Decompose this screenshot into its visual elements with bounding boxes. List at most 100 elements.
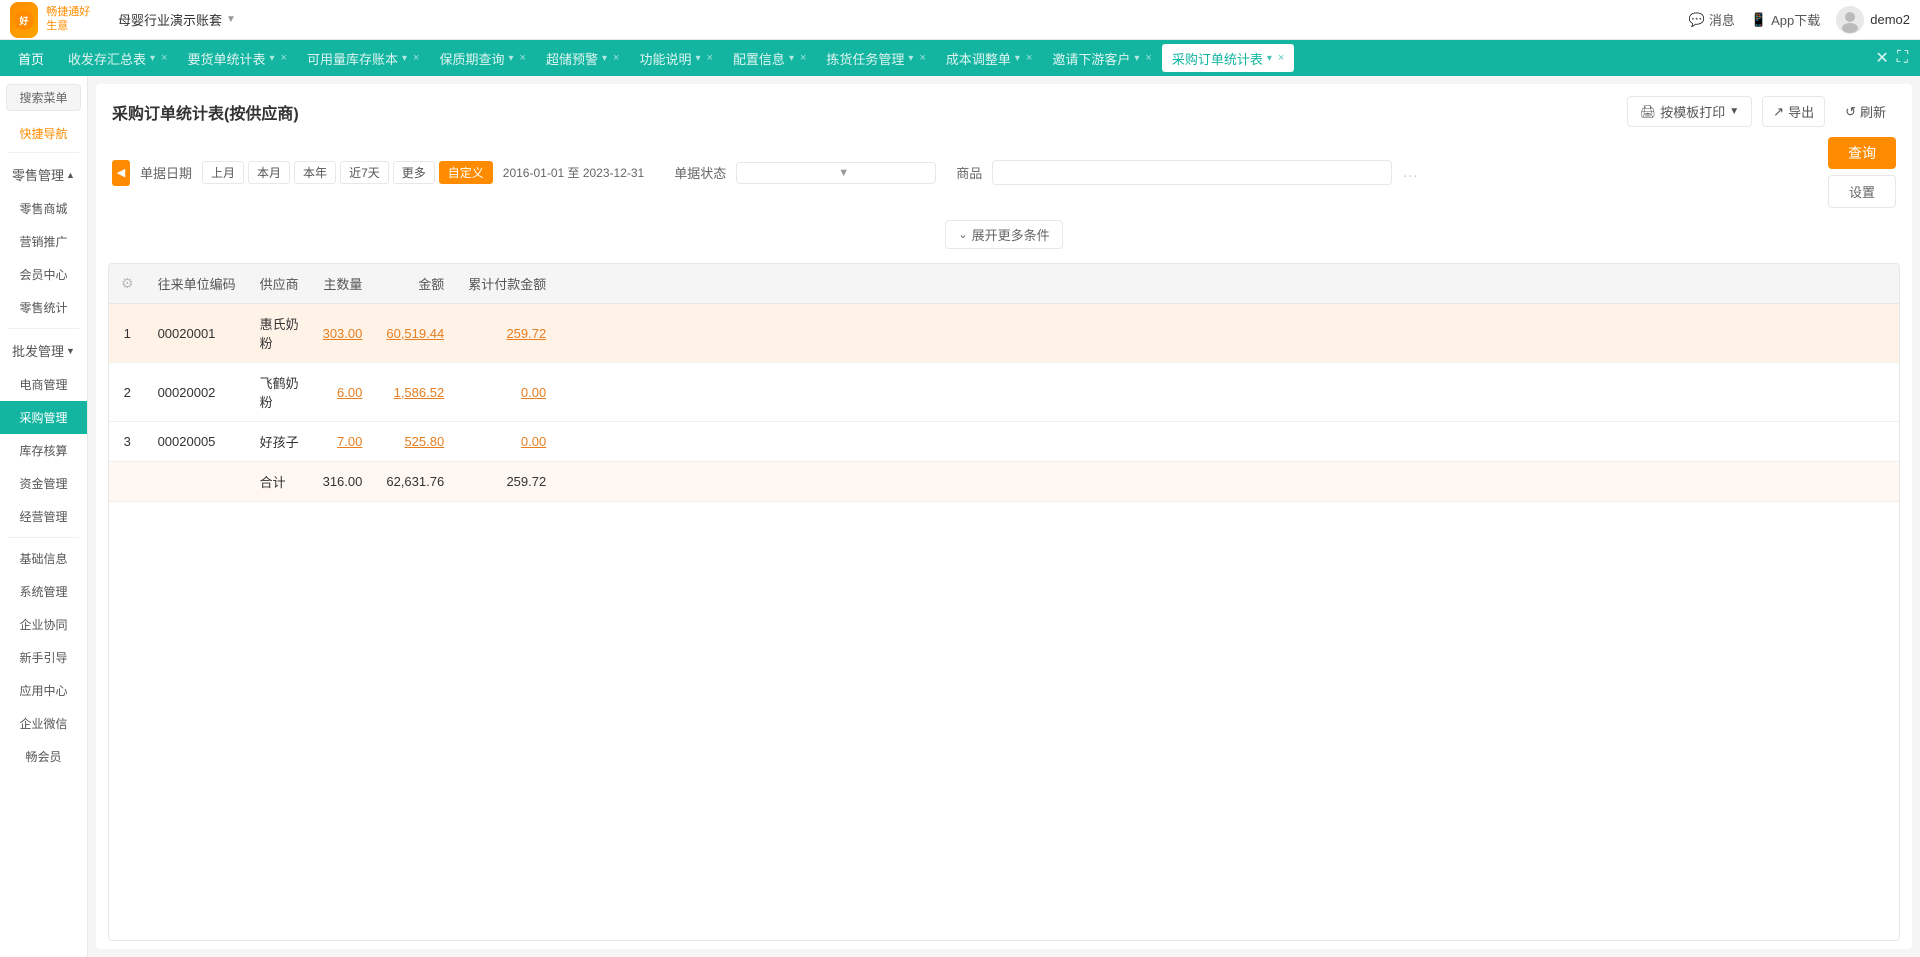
close-icon[interactable]: × bbox=[161, 52, 167, 64]
date-btn-more[interactable]: 更多 bbox=[393, 161, 435, 184]
sidebar-item-wholesale[interactable]: 批发管理 ▼ bbox=[0, 333, 87, 368]
sidebar-item-retail-shop[interactable]: 零售商城 bbox=[0, 192, 87, 225]
quick-nav-btn[interactable]: 快捷导航 bbox=[0, 119, 87, 148]
sidebar-item-finance[interactable]: 资金管理 bbox=[0, 467, 87, 500]
footer-amount: 62,631.76 bbox=[374, 462, 456, 502]
page-title-row: 采购订单统计表(按供应商) 🖨 按模板打印 ▼ ↗ 导出 ↺ bbox=[112, 96, 1896, 127]
row-supplier: 好孩子 bbox=[248, 422, 311, 462]
date-btn-7days[interactable]: 近7天 bbox=[340, 161, 389, 184]
query-btn[interactable]: 查询 bbox=[1828, 137, 1896, 169]
date-range: 2016-01-01 至 2023-12-31 bbox=[503, 164, 644, 181]
chevron-icon: ▾ bbox=[1267, 53, 1272, 64]
tab-peizhi[interactable]: 配置信息 ▾ × bbox=[723, 44, 816, 72]
refresh-btn[interactable]: ↺ 刷新 bbox=[1835, 97, 1896, 126]
close-all-icon[interactable]: ✕ bbox=[1875, 48, 1888, 68]
collapse-btn[interactable]: ◀ bbox=[112, 160, 130, 186]
close-icon[interactable]: × bbox=[1278, 52, 1284, 64]
close-icon[interactable]: × bbox=[613, 52, 619, 64]
chevron-icon: ▾ bbox=[789, 53, 794, 64]
sidebar-item-app-center[interactable]: 应用中心 bbox=[0, 674, 87, 707]
date-btn-this-month[interactable]: 本月 bbox=[248, 161, 290, 184]
chevron-icon: ▾ bbox=[1015, 53, 1020, 64]
sidebar-search-area: 搜索菜单 bbox=[0, 76, 87, 119]
divider bbox=[8, 537, 79, 538]
chevron-down-icon: ▼ bbox=[226, 14, 236, 25]
message-btn[interactable]: 💬 消息 bbox=[1689, 10, 1735, 29]
tab-shoufa[interactable]: 收发存汇总表 ▾ × bbox=[58, 44, 177, 72]
print-btn[interactable]: 🖨 按模板打印 ▼ bbox=[1627, 96, 1752, 127]
sidebar-item-retail-mgmt[interactable]: 零售管理 ▲ bbox=[0, 157, 87, 192]
more-filters-icon[interactable]: … bbox=[1402, 164, 1418, 182]
close-icon[interactable]: × bbox=[281, 52, 287, 64]
close-icon[interactable]: × bbox=[1145, 52, 1151, 64]
expand-btn[interactable]: ⌄ 展开更多条件 bbox=[945, 220, 1062, 249]
row-paid: 0.00 bbox=[456, 363, 558, 422]
sidebar-item-enterprise[interactable]: 企业协同 bbox=[0, 608, 87, 641]
gear-icon[interactable]: ⚙ bbox=[121, 275, 134, 291]
sidebar-item-inventory[interactable]: 库存核算 bbox=[0, 434, 87, 467]
col-code: 往来单位编码 bbox=[146, 264, 248, 304]
row-index: 2 bbox=[109, 363, 146, 422]
table-footer-row: 合计 316.00 62,631.76 259.72 bbox=[109, 462, 1899, 502]
filter-row-1: ◀ 单据日期 上月 本月 本年 近7天 更多 自定义 2016-01-01 至 … bbox=[112, 137, 1896, 216]
goods-input-container[interactable] bbox=[992, 160, 1392, 185]
store-name: 母婴行业演示账套 bbox=[118, 10, 222, 29]
goods-filter-label: 商品 bbox=[956, 163, 982, 182]
search-menu-btn[interactable]: 搜索菜单 bbox=[6, 84, 81, 111]
action-btns: 查询 设置 bbox=[1828, 137, 1896, 208]
close-icon[interactable]: × bbox=[413, 52, 419, 64]
app-download-btn[interactable]: 📱 App下载 bbox=[1751, 10, 1820, 29]
maximize-icon[interactable]: ⛶ bbox=[1897, 49, 1908, 67]
sidebar-item-ecommerce[interactable]: 电商管理 bbox=[0, 368, 87, 401]
row-code: 00020005 bbox=[146, 422, 248, 462]
tab-yaoqing[interactable]: 邀请下游客户 ▾ × bbox=[1042, 44, 1161, 72]
export-btn[interactable]: ↗ 导出 bbox=[1762, 96, 1825, 127]
goods-input[interactable] bbox=[1003, 165, 1381, 180]
status-select[interactable]: ▼ bbox=[736, 162, 936, 184]
tab-chengben[interactable]: 成本调整单 ▾ × bbox=[936, 44, 1042, 72]
store-selector[interactable]: 母婴行业演示账套 ▼ bbox=[98, 10, 1689, 29]
col-qty: 主数量 bbox=[311, 264, 375, 304]
user-area[interactable]: demo2 bbox=[1836, 6, 1910, 34]
sidebar-item-basic[interactable]: 基础信息 bbox=[0, 542, 87, 575]
sidebar-item-corp-wechat[interactable]: 企业微信 bbox=[0, 707, 87, 740]
chevron-icon: ▾ bbox=[402, 53, 407, 64]
tab-controls: ✕ ⛶ bbox=[1875, 48, 1916, 68]
date-btn-this-year[interactable]: 本年 bbox=[294, 161, 336, 184]
tab-chaochun[interactable]: 超储预警 ▾ × bbox=[536, 44, 629, 72]
table-row: 3 00020005 好孩子 7.00 525.80 0.00 bbox=[109, 422, 1899, 462]
sidebar-item-purchase[interactable]: 采购管理 bbox=[0, 401, 87, 434]
top-bar: 好 畅捷通好生意 母婴行业演示账套 ▼ 💬 消息 📱 App下载 demo2 bbox=[0, 0, 1920, 40]
sidebar-item-member[interactable]: 会员中心 bbox=[0, 258, 87, 291]
close-icon[interactable]: × bbox=[520, 52, 526, 64]
tab-yaohuo[interactable]: 要货单统计表 ▾ × bbox=[178, 44, 297, 72]
table-row: 2 00020002 飞鹤奶粉 6.00 1,586.52 0.00 bbox=[109, 363, 1899, 422]
sidebar-item-operations[interactable]: 经营管理 bbox=[0, 500, 87, 533]
settings-btn[interactable]: 设置 bbox=[1828, 175, 1896, 208]
date-btn-custom[interactable]: 自定义 bbox=[439, 161, 493, 184]
sidebar-item-member2[interactable]: 畅会员 bbox=[0, 740, 87, 773]
row-index: 1 bbox=[109, 304, 146, 363]
sidebar-item-marketing[interactable]: 营销推广 bbox=[0, 225, 87, 258]
chevron-icon: ▾ bbox=[150, 53, 155, 64]
close-icon[interactable]: × bbox=[800, 52, 806, 64]
date-btn-last-month[interactable]: 上月 bbox=[202, 161, 244, 184]
close-icon[interactable]: × bbox=[706, 52, 712, 64]
tab-jianhuo[interactable]: 拣货任务管理 ▾ × bbox=[816, 44, 935, 72]
logo-area: 好 畅捷通好生意 bbox=[10, 2, 98, 38]
close-icon[interactable]: × bbox=[919, 52, 925, 64]
tab-gongneng[interactable]: 功能说明 ▾ × bbox=[629, 44, 722, 72]
close-icon[interactable]: × bbox=[1026, 52, 1032, 64]
sidebar-item-newbie[interactable]: 新手引导 bbox=[0, 641, 87, 674]
date-btns: 上月 本月 本年 近7天 更多 自定义 bbox=[202, 161, 493, 184]
tab-caigou-active[interactable]: 采购订单统计表 ▾ × bbox=[1162, 44, 1294, 72]
footer-qty: 316.00 bbox=[311, 462, 375, 502]
tab-baozhi[interactable]: 保质期查询 ▾ × bbox=[429, 44, 535, 72]
row-paid: 0.00 bbox=[456, 422, 558, 462]
chevron-icon: ▾ bbox=[1134, 53, 1139, 64]
chevron-icon: ▾ bbox=[695, 53, 700, 64]
tab-kuyong[interactable]: 可用量库存账本 ▾ × bbox=[297, 44, 429, 72]
sidebar-item-system[interactable]: 系统管理 bbox=[0, 575, 87, 608]
sidebar-item-retail-stat[interactable]: 零售统计 bbox=[0, 291, 87, 324]
nav-home[interactable]: 首页 bbox=[4, 49, 58, 68]
